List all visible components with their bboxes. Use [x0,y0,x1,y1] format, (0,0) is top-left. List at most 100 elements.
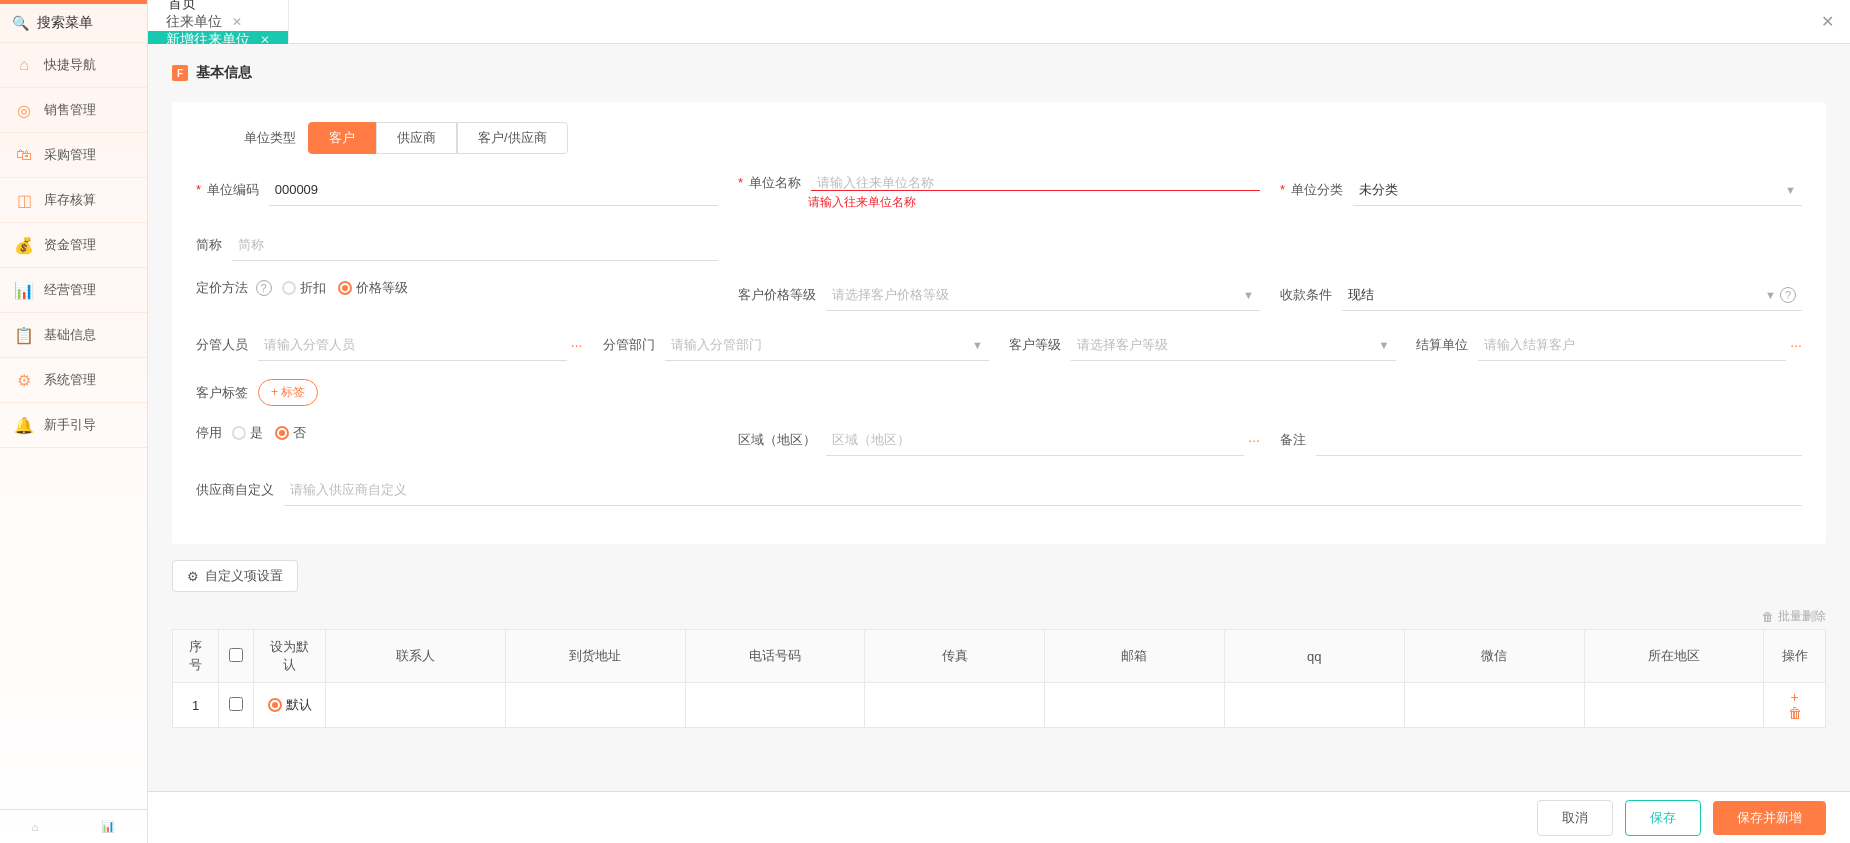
pricing-level-radio[interactable]: 价格等级 [338,279,408,297]
delete-row-btn[interactable]: 🗑 [1784,705,1806,721]
tab-bar: 首页往来单位✕新增往来单位✕ ✕ [148,0,1850,44]
sidebar-home-btn[interactable]: ⌂ [32,821,39,833]
sidebar-item-finance[interactable]: 💰资金管理 [0,223,147,268]
custom-settings-btn[interactable]: ⚙ 自定义项设置 [172,560,298,592]
operations-icon: 📊 [14,280,34,300]
col-default: 设为默认 [254,630,326,683]
short-name-field: 简称 [196,229,718,261]
payment-terms-field: 收款条件 现结 ▼ ? [1280,279,1802,311]
address-input[interactable] [516,698,675,713]
sidebar-item-label-new-guide: 新手引导 [44,416,96,434]
dept-placeholder: 请输入分管部门 [671,336,973,354]
save-button[interactable]: 保存 [1625,800,1701,836]
pricing-discount-radio[interactable]: 折扣 [282,279,326,297]
supplier-custom-input[interactable] [284,474,1802,506]
row-default: 默认 [254,683,326,728]
save-new-button[interactable]: 保存并新增 [1713,801,1826,835]
settlement-dots-btn[interactable]: ··· [1790,337,1802,353]
unit-code-field: * 单位编码 [196,174,718,206]
batch-delete-row[interactable]: 🗑 批量删除 [172,608,1826,625]
unit-name-input-box [811,175,1260,191]
unit-name-input[interactable] [811,175,1260,191]
tab-home[interactable]: 首页 [148,0,289,13]
no-radio-circle [275,426,289,440]
main-area: 首页往来单位✕新增往来单位✕ ✕ F 基本信息 单位类型 客户 供应商 客户/供… [148,0,1850,843]
short-name-input[interactable] [232,229,718,261]
select-all-checkbox[interactable] [229,648,243,662]
sidebar-item-label-purchase: 采购管理 [44,146,96,164]
customer-level-label: 客户等级 [1009,336,1061,354]
unit-category-field: * 单位分类 未分类 ▼ [1280,174,1802,206]
col-fax: 传真 [865,630,1045,683]
region-field: 区域（地区） ··· [738,424,1260,456]
form-row-6: 停用 是 否 区域（地区） [196,424,1802,456]
sidebar-item-new-guide[interactable]: 🔔新手引导 [0,403,147,448]
sidebar-item-purchase[interactable]: 🛍采购管理 [0,133,147,178]
add-row-btn[interactable]: + [1787,689,1803,705]
customer-level-placeholder: 请选择客户等级 [1077,336,1379,354]
sidebar-stats-btn[interactable]: 📊 [101,820,115,833]
manager-input[interactable] [258,329,567,361]
default-label: 默认 [286,696,312,714]
dept-dropdown-icon: ▼ [972,339,983,351]
customer-level-select[interactable]: 请选择客户等级 ▼ [1071,329,1396,361]
type-btn-supplier[interactable]: 供应商 [376,122,457,154]
customer-price-select[interactable]: 请选择客户价格等级 ▼ [826,279,1260,311]
type-btn-customer[interactable]: 客户 [308,122,376,154]
row-checkbox-input[interactable] [229,697,243,711]
gear-icon: ⚙ [187,569,199,584]
unit-name-error-msg: 请输入往来单位名称 [808,194,916,211]
settlement-input[interactable] [1478,329,1787,361]
pricing-discount-label: 折扣 [300,279,326,297]
disabled-no-radio[interactable]: 否 [275,424,306,442]
form-row-5: 客户标签 + 标签 [196,379,1802,406]
contact-table: 序号 设为默认 联系人 到货地址 电话号码 传真 邮箱 qq 微信 所在地区 操… [172,629,1826,728]
customer-price-label: 客户价格等级 [738,286,816,304]
level-radio-circle [338,281,352,295]
form-row-3: 定价方法 ? 折扣 价格等级 [196,279,1802,311]
unit-code-input[interactable] [269,174,718,206]
radio-yes-label: 是 [250,424,263,442]
region-input[interactable] [826,424,1244,456]
phone-input[interactable] [696,698,855,713]
location-input[interactable] [1595,698,1754,713]
sidebar-search[interactable]: 🔍 搜索菜单 [0,4,147,43]
fax-input[interactable] [875,698,1034,713]
dept-select[interactable]: 请输入分管部门 ▼ [665,329,990,361]
home-icon: ⌂ [32,821,39,833]
sidebar-item-system[interactable]: ⚙系统管理 [0,358,147,403]
sidebar-item-operations[interactable]: 📊经营管理 [0,268,147,313]
disabled-yes-radio[interactable]: 是 [232,424,263,442]
sidebar-item-inventory[interactable]: ◫库存核算 [0,178,147,223]
short-name-label: 简称 [196,236,222,254]
sidebar-item-quick-nav[interactable]: ⌂快捷导航 [0,43,147,88]
col-phone: 电话号码 [685,630,865,683]
row-fax [865,683,1045,728]
batch-delete-label: 批量删除 [1778,608,1826,625]
qq-input[interactable] [1235,698,1394,713]
unit-category-select[interactable]: 未分类 ▼ [1353,174,1802,206]
sidebar-item-basic-info[interactable]: 📋基础信息 [0,313,147,358]
cancel-button[interactable]: 取消 [1537,800,1613,836]
sidebar-item-sales[interactable]: ◎销售管理 [0,88,147,133]
pricing-help-icon[interactable]: ? [256,280,272,296]
tab-bar-close-btn[interactable]: ✕ [1805,12,1850,31]
row-phone [685,683,865,728]
row-email [1045,683,1225,728]
tab-contacts[interactable]: 往来单位✕ [148,13,289,31]
default-radio-circle[interactable] [268,698,282,712]
contact-input[interactable] [336,698,495,713]
manager-dots-btn[interactable]: ··· [571,337,583,353]
payment-terms-help-icon[interactable]: ? [1780,287,1796,303]
type-btn-both[interactable]: 客户/供应商 [457,122,568,154]
section-icon: F [172,65,188,81]
form-row-7: 供应商自定义 [196,474,1802,506]
region-dots-btn[interactable]: ··· [1248,432,1260,448]
payment-terms-select[interactable]: 现结 ▼ ? [1342,279,1802,311]
email-input[interactable] [1055,698,1214,713]
add-tag-btn[interactable]: + 标签 [258,379,318,406]
remarks-input[interactable] [1316,424,1802,456]
tab-close-contacts[interactable]: ✕ [232,15,242,29]
sidebar-item-label-system: 系统管理 [44,371,96,389]
wechat-input[interactable] [1415,698,1574,713]
